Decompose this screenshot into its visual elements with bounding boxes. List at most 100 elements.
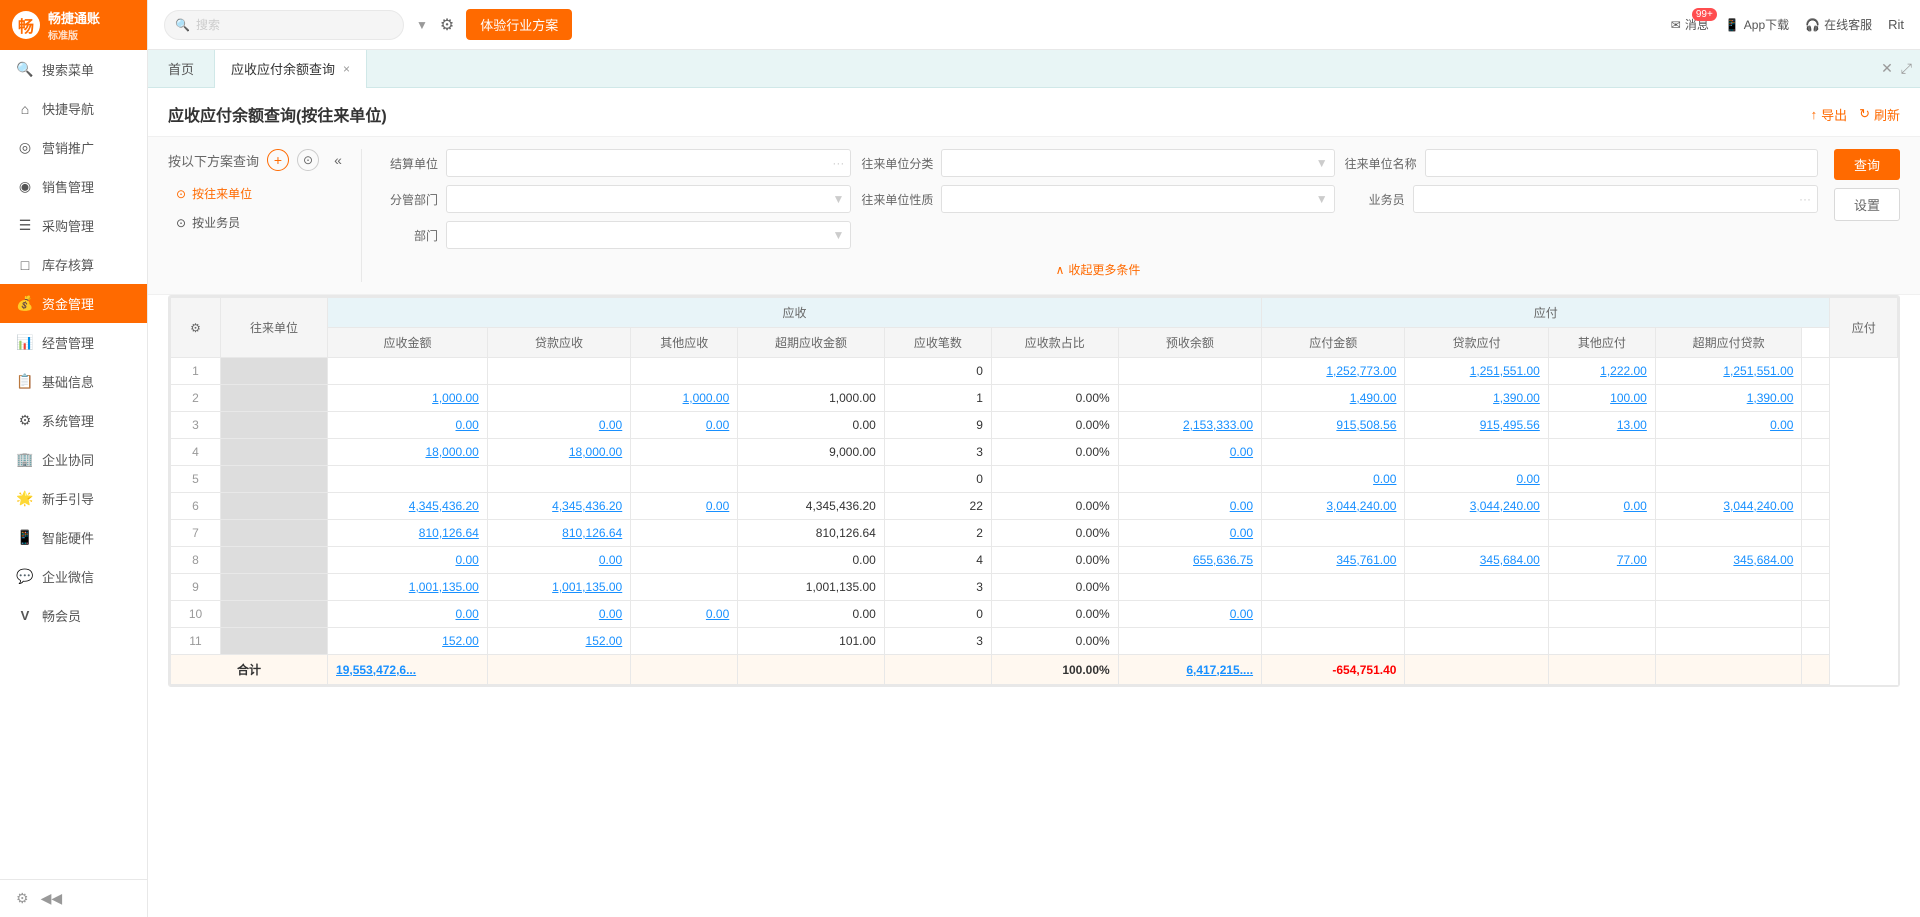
app-download-btn[interactable]: 📱 App下载 bbox=[1725, 16, 1789, 33]
cell-other-recv[interactable]: 0.00 bbox=[631, 601, 738, 628]
cell-pay-amt[interactable]: 345,761.00 bbox=[1262, 547, 1405, 574]
cell-loan-pay[interactable]: 345,684.00 bbox=[1405, 547, 1548, 574]
filter-collapse-btn[interactable]: « bbox=[327, 149, 349, 171]
cell-overdue-pay[interactable]: 1,251,551.00 bbox=[1655, 358, 1802, 385]
cell-prepaid[interactable]: 2,153,333.00 bbox=[1118, 412, 1261, 439]
cell-other-recv[interactable]: 1,000.00 bbox=[631, 385, 738, 412]
cell-loan-recv[interactable]: 0.00 bbox=[487, 601, 630, 628]
cell-other-recv[interactable]: 0.00 bbox=[631, 493, 738, 520]
cell-loan-recv[interactable]: 0.00 bbox=[487, 412, 630, 439]
cell-recv-amt[interactable]: 0.00 bbox=[328, 601, 488, 628]
cell-prepaid[interactable]: 0.00 bbox=[1118, 439, 1261, 466]
sidebar-item-search[interactable]: 🔍 搜索菜单 bbox=[0, 50, 147, 89]
tab-close-btn[interactable]: × bbox=[343, 62, 350, 76]
sidebar-item-marketing[interactable]: ◎ 营销推广 bbox=[0, 128, 147, 167]
cell-overdue-pay[interactable]: 3,044,240.00 bbox=[1655, 493, 1802, 520]
cell-loan-recv[interactable]: 810,126.64 bbox=[487, 520, 630, 547]
trial-button[interactable]: 体验行业方案 bbox=[466, 9, 572, 40]
cell-loan-pay[interactable]: 0.00 bbox=[1405, 466, 1548, 493]
field-input-salesperson[interactable]: ··· bbox=[1413, 185, 1818, 213]
cell-loan-recv[interactable]: 152.00 bbox=[487, 628, 630, 655]
tabbar-expand-btn[interactable]: ⤢ bbox=[1901, 60, 1912, 77]
cell-loan-pay[interactable]: 1,251,551.00 bbox=[1405, 358, 1548, 385]
cell-prepaid[interactable]: 0.00 bbox=[1118, 520, 1261, 547]
cell-prepaid[interactable]: 0.00 bbox=[1118, 601, 1261, 628]
sidebar-item-basic[interactable]: 📋 基础信息 bbox=[0, 362, 147, 401]
filter-add-btn[interactable]: + bbox=[267, 149, 289, 171]
cell-pay-amt[interactable]: 915,508.56 bbox=[1262, 412, 1405, 439]
cell-overdue-pay[interactable]: 345,684.00 bbox=[1655, 547, 1802, 574]
cell-recv-amt[interactable]: 810,126.64 bbox=[328, 520, 488, 547]
tab-home[interactable]: 首页 bbox=[148, 50, 215, 88]
th-settings[interactable]: ⚙ bbox=[171, 298, 221, 358]
cell-recv-amt[interactable]: 1,001,135.00 bbox=[328, 574, 488, 601]
cell-recv-amt[interactable]: 0.00 bbox=[328, 412, 488, 439]
query-button[interactable]: 查询 bbox=[1834, 149, 1900, 180]
sidebar-item-inventory[interactable]: □ 库存核算 bbox=[0, 245, 147, 284]
cell-recv-amt[interactable]: 0.00 bbox=[328, 547, 488, 574]
cell-loan-recv[interactable]: 4,345,436.20 bbox=[487, 493, 630, 520]
scheme-item-counterparty[interactable]: ⊙ 按往来单位 bbox=[168, 181, 349, 206]
cell-other-pay[interactable]: 13.00 bbox=[1548, 412, 1655, 439]
bottom-settings-btn[interactable]: ⚙ bbox=[16, 890, 29, 907]
table-wrapper[interactable]: ⚙ 往来单位 应收 应付 应付 应收金额 贷款应收 其他应收 超期应收金额 应收… bbox=[169, 296, 1899, 686]
settings-button[interactable]: 设置 bbox=[1834, 188, 1900, 221]
total-recv-amt[interactable]: 19,553,472,6... bbox=[328, 655, 488, 685]
field-input-nature[interactable]: ▼ bbox=[941, 185, 1334, 213]
field-input-name[interactable] bbox=[1425, 149, 1818, 177]
cell-loan-recv[interactable]: 1,001,135.00 bbox=[487, 574, 630, 601]
cell-recv-amt[interactable]: 18,000.00 bbox=[328, 439, 488, 466]
topbar-chevron-icon[interactable]: ▼ bbox=[416, 18, 428, 32]
sidebar-item-purchase[interactable]: ☰ 采购管理 bbox=[0, 206, 147, 245]
collapse-bar[interactable]: ∧ 收起更多条件 bbox=[378, 257, 1818, 282]
cell-loan-pay[interactable]: 3,044,240.00 bbox=[1405, 493, 1548, 520]
field-input-subdept[interactable]: ▼ bbox=[446, 221, 851, 249]
tabbar-close-btn[interactable]: ✕ bbox=[1881, 60, 1893, 77]
sidebar-item-management[interactable]: 📊 经营管理 bbox=[0, 323, 147, 362]
cell-overdue-pay[interactable]: 1,390.00 bbox=[1655, 385, 1802, 412]
tab-active[interactable]: 应收应付余额查询 × bbox=[215, 50, 367, 88]
cell-prepaid[interactable]: 655,636.75 bbox=[1118, 547, 1261, 574]
cell-loan-recv[interactable]: 0.00 bbox=[487, 547, 630, 574]
sidebar-item-member[interactable]: V 畅会员 bbox=[0, 596, 147, 635]
cell-other-pay[interactable]: 1,222.00 bbox=[1548, 358, 1655, 385]
cell-loan-pay[interactable]: 1,390.00 bbox=[1405, 385, 1548, 412]
cell-pay-amt[interactable]: 0.00 bbox=[1262, 466, 1405, 493]
cell-pay-amt[interactable]: 1,252,773.00 bbox=[1262, 358, 1405, 385]
cell-prepaid[interactable]: 0.00 bbox=[1118, 493, 1261, 520]
topbar-gear-icon[interactable]: ⚙ bbox=[440, 15, 454, 35]
cell-other-pay[interactable]: 100.00 bbox=[1548, 385, 1655, 412]
bottom-collapse-btn[interactable]: ◀◀ bbox=[41, 890, 63, 907]
refresh-button[interactable]: ↻ 刷新 bbox=[1859, 105, 1900, 124]
scheme-item-salesperson[interactable]: ⊙ 按业务员 bbox=[168, 210, 349, 235]
cell-other-recv[interactable]: 0.00 bbox=[631, 412, 738, 439]
cell-recv-amt[interactable]: 4,345,436.20 bbox=[328, 493, 488, 520]
sidebar-item-system[interactable]: ⚙ 系统管理 bbox=[0, 401, 147, 440]
cell-overdue-pay[interactable]: 0.00 bbox=[1655, 412, 1802, 439]
sidebar-item-sales[interactable]: ◉ 销售管理 bbox=[0, 167, 147, 206]
cell-other-pay[interactable]: 0.00 bbox=[1548, 493, 1655, 520]
cell-recv-amt[interactable]: 152.00 bbox=[328, 628, 488, 655]
total-prepaid[interactable]: 6,417,215.... bbox=[1118, 655, 1261, 685]
sidebar-item-quick[interactable]: ⌂ 快捷导航 bbox=[0, 89, 147, 128]
sidebar-item-wechat[interactable]: 💬 企业微信 bbox=[0, 557, 147, 596]
field-input-category[interactable]: ▼ bbox=[941, 149, 1334, 177]
cell-loan-pay[interactable]: 915,495.56 bbox=[1405, 412, 1548, 439]
field-input-dept[interactable]: ▼ bbox=[446, 185, 851, 213]
user-name[interactable]: Rit bbox=[1888, 17, 1904, 32]
cell-loan-recv[interactable]: 18,000.00 bbox=[487, 439, 630, 466]
field-input-settlement[interactable]: ··· bbox=[446, 149, 851, 177]
sidebar-item-finance[interactable]: 💰 资金管理 bbox=[0, 284, 147, 323]
filter-settings-btn[interactable]: ⊙ bbox=[297, 149, 319, 171]
cell-pay-amt[interactable]: 3,044,240.00 bbox=[1262, 493, 1405, 520]
message-btn[interactable]: ✉ 消息 99+ bbox=[1671, 16, 1709, 33]
sidebar-item-enterprise[interactable]: 🏢 企业协同 bbox=[0, 440, 147, 479]
cell-recv-amt[interactable]: 1,000.00 bbox=[328, 385, 488, 412]
service-btn[interactable]: 🎧 在线客服 bbox=[1805, 16, 1872, 33]
sidebar-item-guide[interactable]: 🌟 新手引导 bbox=[0, 479, 147, 518]
cell-pay-amt[interactable]: 1,490.00 bbox=[1262, 385, 1405, 412]
cell-other-pay[interactable]: 77.00 bbox=[1548, 547, 1655, 574]
sidebar-item-hardware[interactable]: 📱 智能硬件 bbox=[0, 518, 147, 557]
topbar-search[interactable]: 🔍 搜索 bbox=[164, 10, 404, 40]
export-button[interactable]: ↑ 导出 bbox=[1811, 105, 1848, 124]
